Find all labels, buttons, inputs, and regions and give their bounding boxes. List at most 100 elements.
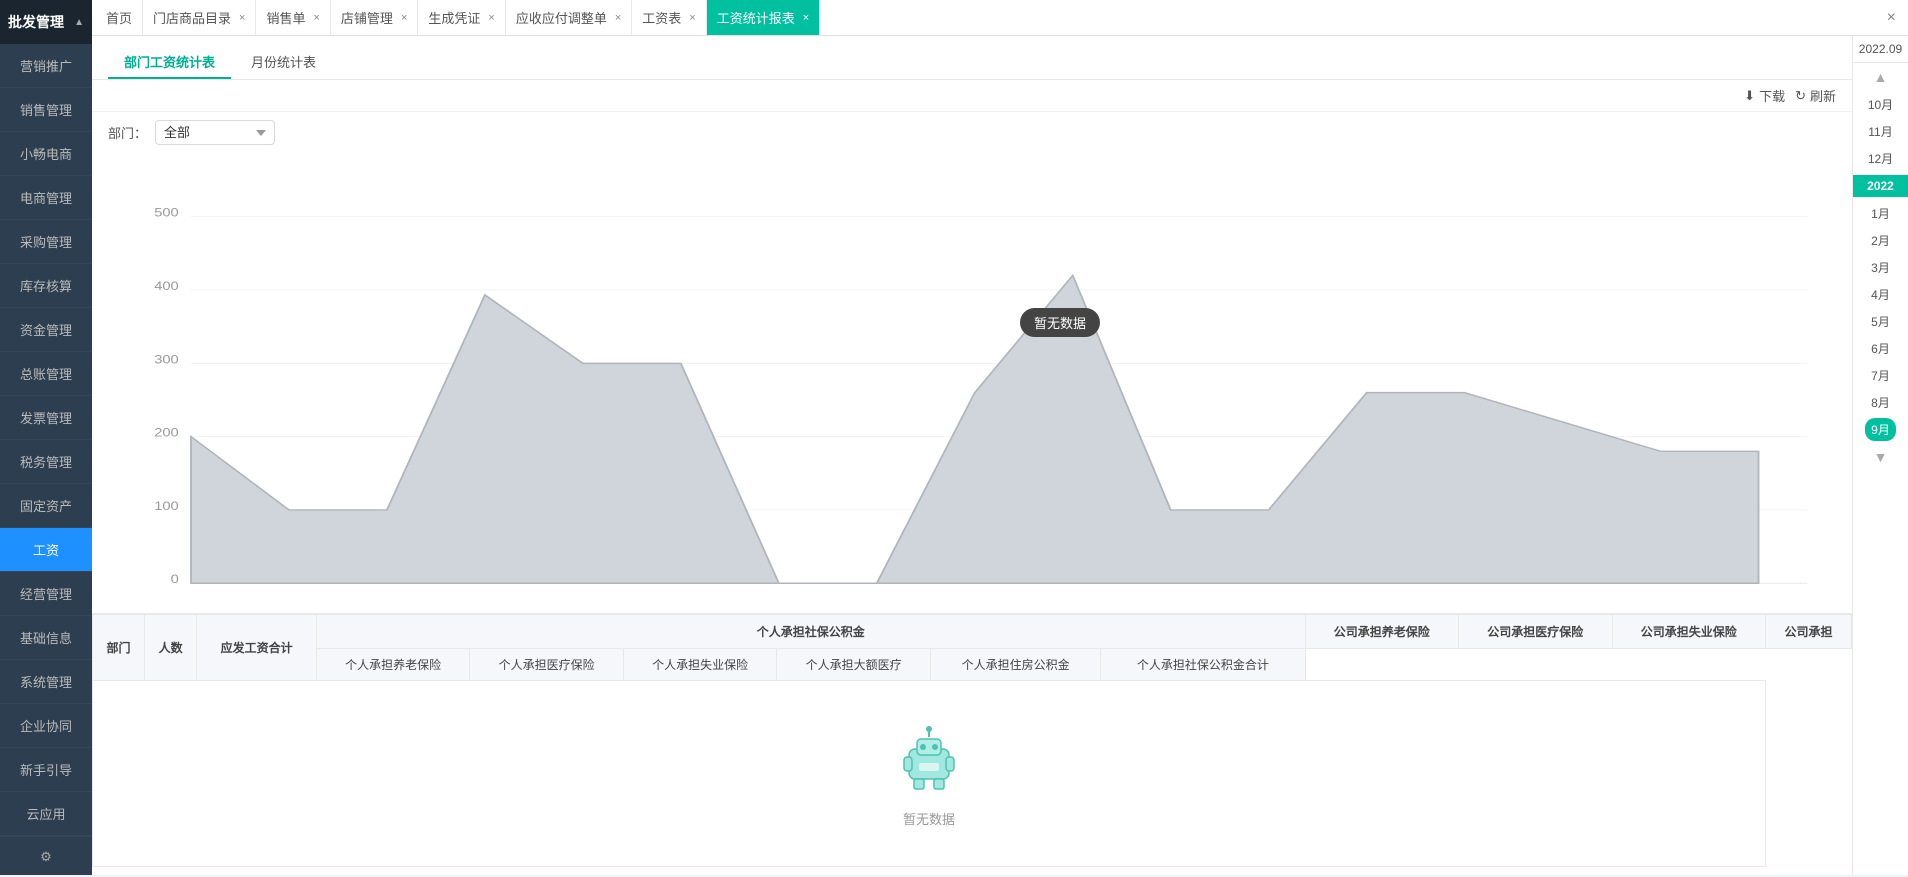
sub-tabs: 部门工资统计表 月份统计表 xyxy=(92,36,1852,80)
sidebar-item-ecommerce-small[interactable]: 小畅电商 xyxy=(0,132,92,176)
timeline-apr[interactable]: 4月 xyxy=(1853,281,1908,308)
empty-text: 暂无数据 xyxy=(903,809,955,828)
col-unemployment-company: 公司承担失业保险 xyxy=(1612,615,1766,649)
data-table: 部门 人数 应发工资合计 个人承担社保公积金 公司承担养老保险 公司承担医疗保险… xyxy=(92,614,1852,867)
svg-text:300: 300 xyxy=(154,353,179,366)
sidebar-item-guide[interactable]: 新手引导 xyxy=(0,748,92,792)
sidebar-item-finance[interactable]: 资金管理 xyxy=(0,308,92,352)
main-area: 首页 门店商品目录 × 销售单 × 店铺管理 × 生成凭证 × 应收应付调整单 … xyxy=(92,0,1908,875)
refresh-button[interactable]: ↻ 刷新 xyxy=(1795,86,1836,105)
sidebar-item-tax[interactable]: 税务管理 xyxy=(0,440,92,484)
tab-close-store-mgmt[interactable]: × xyxy=(401,12,407,24)
table-empty-row: 暂无数据 xyxy=(93,681,1852,867)
tab-close-payroll[interactable]: × xyxy=(689,12,695,24)
sidebar: 批发管理 ▲ 营销推广 销售管理 小畅电商 电商管理 采购管理 库存核算 资金管… xyxy=(0,0,92,875)
timeline-panel: 2022.09 ▲ 10月 11月 12月 2022 1月 2月 3月 4月 5… xyxy=(1852,36,1908,875)
col-housing-personal: 个人承担住房公积金 xyxy=(930,649,1100,681)
chart-container: 0 100 200 300 400 500 暂 xyxy=(92,153,1852,613)
col-unemployment-personal: 个人承担失业保险 xyxy=(623,649,777,681)
svg-text:0: 0 xyxy=(171,573,179,586)
chevron-up-icon: ▲ xyxy=(74,17,84,28)
col-count: 人数 xyxy=(145,615,197,681)
filter-row: 部门： 全部 部门A 部门B xyxy=(92,112,1852,153)
col-pension-personal: 个人承担养老保险 xyxy=(316,649,470,681)
sidebar-item-basic-info[interactable]: 基础信息 xyxy=(0,616,92,660)
sidebar-title: 批发管理 xyxy=(8,12,64,32)
sidebar-item-system[interactable]: 系统管理 xyxy=(0,660,92,704)
sub-tab-dept-payroll[interactable]: 部门工资统计表 xyxy=(108,46,231,79)
dept-filter-select[interactable]: 全部 部门A 部门B xyxy=(155,120,275,145)
page-content: 部门工资统计表 月份统计表 ⬇ 下载 ↻ 刷新 部门： xyxy=(92,36,1852,875)
tab-store-catalog[interactable]: 门店商品目录 × xyxy=(143,0,256,35)
timeline-sep-active[interactable]: 9月 xyxy=(1865,418,1896,441)
col-medical-company: 公司承担医疗保险 xyxy=(1459,615,1613,649)
timeline-down-nav[interactable]: ▼ xyxy=(1869,445,1893,469)
timeline-jul[interactable]: 7月 xyxy=(1853,362,1908,389)
sidebar-item-cloud[interactable]: 云应用 xyxy=(0,792,92,836)
dept-filter-label: 部门： xyxy=(108,123,147,142)
tab-close-payroll-report[interactable]: × xyxy=(803,12,809,24)
timeline-may[interactable]: 5月 xyxy=(1853,308,1908,335)
sidebar-item-ecommerce-mgmt[interactable]: 电商管理 xyxy=(0,176,92,220)
empty-robot-icon xyxy=(889,719,969,799)
svg-text:500: 500 xyxy=(154,206,179,219)
tab-bar: 首页 门店商品目录 × 销售单 × 店铺管理 × 生成凭证 × 应收应付调整单 … xyxy=(92,0,1908,36)
tab-home[interactable]: 首页 xyxy=(96,0,143,35)
timeline-jun[interactable]: 6月 xyxy=(1853,335,1908,362)
table-area[interactable]: 部门 人数 应发工资合计 个人承担社保公积金 公司承担养老保险 公司承担医疗保险… xyxy=(92,613,1852,875)
download-button[interactable]: ⬇ 下载 xyxy=(1744,86,1785,105)
col-bigmedical-personal: 个人承担大额医疗 xyxy=(777,649,931,681)
timeline-nov[interactable]: 11月 xyxy=(1853,118,1908,145)
gear-icon: ⚙ xyxy=(40,849,52,864)
close-all-tabs[interactable]: × xyxy=(1879,9,1904,27)
timeline-dec[interactable]: 12月 xyxy=(1853,145,1908,172)
sidebar-item-operations[interactable]: 经营管理 xyxy=(0,572,92,616)
tab-payroll-report[interactable]: 工资统计报表 × xyxy=(707,0,820,35)
sidebar-item-invoice[interactable]: 发票管理 xyxy=(0,396,92,440)
sidebar-item-ledger[interactable]: 总账管理 xyxy=(0,352,92,396)
col-social-total: 个人承担社保公积金合计 xyxy=(1101,649,1305,681)
timeline-feb[interactable]: 2月 xyxy=(1853,227,1908,254)
content-area: 部门工资统计表 月份统计表 ⬇ 下载 ↻ 刷新 部门： xyxy=(92,36,1908,875)
timeline-oct[interactable]: 10月 xyxy=(1853,91,1908,118)
col-group-personal: 个人承担社保公积金 xyxy=(316,615,1305,649)
sidebar-item-salary[interactable]: 工资 xyxy=(0,528,92,572)
sidebar-item-inventory[interactable]: 库存核算 xyxy=(0,264,92,308)
empty-state: 暂无数据 xyxy=(99,689,1759,858)
col-company-more: 公司承担 xyxy=(1766,615,1852,649)
sidebar-settings[interactable]: ⚙ xyxy=(0,836,92,877)
tab-close-generate-voucher[interactable]: × xyxy=(488,12,494,24)
svg-text:100: 100 xyxy=(154,499,179,512)
svg-text:200: 200 xyxy=(154,426,179,439)
timeline-current-date: 2022.09 xyxy=(1853,36,1908,63)
svg-text:400: 400 xyxy=(154,279,179,292)
timeline-jan[interactable]: 1月 xyxy=(1853,200,1908,227)
toolbar: ⬇ 下载 ↻ 刷新 xyxy=(92,80,1852,112)
sidebar-item-assets[interactable]: 固定资产 xyxy=(0,484,92,528)
tab-ar-ap-adjust[interactable]: 应收应付调整单 × xyxy=(506,0,632,35)
tab-sales-order[interactable]: 销售单 × xyxy=(256,0,330,35)
sidebar-item-sales[interactable]: 销售管理 xyxy=(0,88,92,132)
timeline-year-2022[interactable]: 2022 xyxy=(1853,175,1908,197)
tab-payroll[interactable]: 工资表 × xyxy=(632,0,706,35)
timeline-up-nav[interactable]: ▲ xyxy=(1869,65,1893,89)
sub-tab-monthly[interactable]: 月份统计表 xyxy=(235,46,332,79)
refresh-icon: ↻ xyxy=(1795,88,1806,104)
chart-svg: 0 100 200 300 400 500 xyxy=(142,163,1832,593)
timeline-mar[interactable]: 3月 xyxy=(1853,254,1908,281)
col-medical-personal: 个人承担医疗保险 xyxy=(470,649,624,681)
col-dept: 部门 xyxy=(93,615,145,681)
tab-generate-voucher[interactable]: 生成凭证 × xyxy=(418,0,505,35)
col-salary: 应发工资合计 xyxy=(197,615,317,681)
tab-store-mgmt[interactable]: 店铺管理 × xyxy=(331,0,418,35)
tab-close-sales-order[interactable]: × xyxy=(313,12,319,24)
sidebar-item-marketing[interactable]: 营销推广 xyxy=(0,44,92,88)
download-icon: ⬇ xyxy=(1744,88,1755,104)
tab-close-store-catalog[interactable]: × xyxy=(239,12,245,24)
tab-close-ar-ap-adjust[interactable]: × xyxy=(615,12,621,24)
sidebar-item-purchase[interactable]: 采购管理 xyxy=(0,220,92,264)
col-pension-company: 公司承担养老保险 xyxy=(1305,615,1459,649)
timeline-aug[interactable]: 8月 xyxy=(1853,389,1908,416)
sidebar-header[interactable]: 批发管理 ▲ xyxy=(0,0,92,44)
sidebar-item-collab[interactable]: 企业协同 xyxy=(0,704,92,748)
